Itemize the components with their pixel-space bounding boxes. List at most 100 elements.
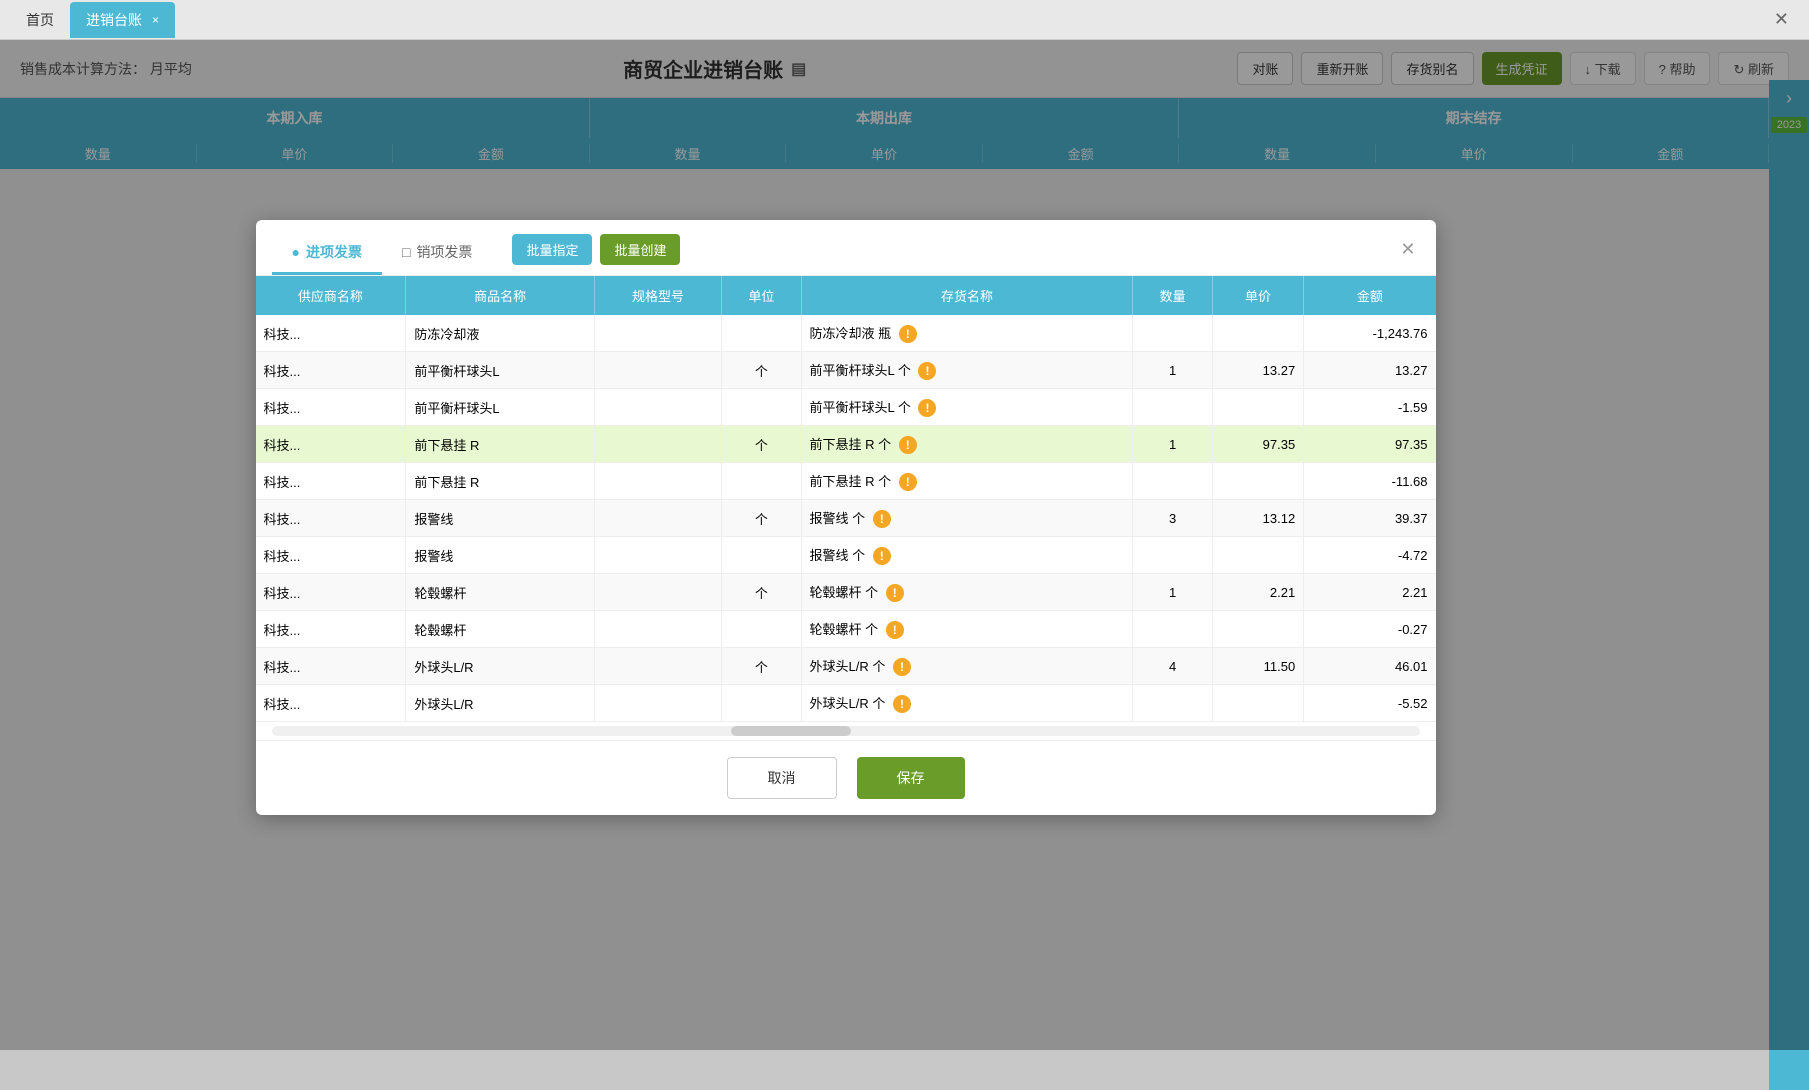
- table-row[interactable]: 科技... 外球头L/R 外球头L/R 个 ! -5.52: [256, 685, 1436, 722]
- cell-unit-1: 个: [722, 352, 801, 389]
- modal-body: 供应商名称 商品名称 规格型号 单位 存货名称 数量 单价 金额 科技... 防…: [256, 276, 1436, 722]
- table-row[interactable]: 科技... 报警线 报警线 个 ! -4.72: [256, 537, 1436, 574]
- cell-supplier-4: 科技...: [256, 463, 406, 500]
- cell-amount-10: -5.52: [1304, 685, 1436, 722]
- cell-price-8: [1212, 611, 1303, 648]
- cell-amount-0: -1,243.76: [1304, 315, 1436, 352]
- cell-spec-6: [594, 537, 721, 574]
- cell-amount-3: 97.35: [1304, 426, 1436, 463]
- cell-product-4: 前下悬挂 R: [406, 463, 595, 500]
- cell-amount-1: 13.27: [1304, 352, 1436, 389]
- cell-product-5: 报警线: [406, 500, 595, 537]
- cell-inventory-10: 外球头L/R 个 !: [801, 685, 1133, 722]
- tab-active-label: 进销台账: [86, 10, 142, 30]
- cell-supplier-1: 科技...: [256, 352, 406, 389]
- cell-supplier-8: 科技...: [256, 611, 406, 648]
- cell-price-1: 13.27: [1212, 352, 1303, 389]
- tab-purchase-label: 进项发票: [306, 242, 362, 262]
- table-row[interactable]: 科技... 前下悬挂 R 前下悬挂 R 个 ! -11.68: [256, 463, 1436, 500]
- cell-spec-9: [594, 648, 721, 685]
- cell-inventory-6: 报警线 个 !: [801, 537, 1133, 574]
- cell-spec-7: [594, 574, 721, 611]
- col-amount: 金额: [1304, 276, 1436, 315]
- cell-spec-8: [594, 611, 721, 648]
- cell-supplier-7: 科技...: [256, 574, 406, 611]
- tab-active[interactable]: 进销台账 ×: [70, 2, 175, 38]
- window-close-icon[interactable]: ✕: [1764, 9, 1799, 30]
- cell-unit-6: [722, 537, 801, 574]
- cell-supplier-9: 科技...: [256, 648, 406, 685]
- cell-unit-4: [722, 463, 801, 500]
- col-spec: 规格型号: [594, 276, 721, 315]
- cell-product-0: 防冻冷却液: [406, 315, 595, 352]
- col-supplier: 供应商名称: [256, 276, 406, 315]
- cell-price-3: 97.35: [1212, 426, 1303, 463]
- cell-price-0: [1212, 315, 1303, 352]
- cell-price-6: [1212, 537, 1303, 574]
- cell-spec-2: [594, 389, 721, 426]
- tab-home[interactable]: 首页: [10, 2, 70, 38]
- cell-spec-3: [594, 426, 721, 463]
- btn-save[interactable]: 保存: [857, 757, 965, 799]
- cell-inventory-8: 轮毂螺杆 个 !: [801, 611, 1133, 648]
- cell-amount-7: 2.21: [1304, 574, 1436, 611]
- btn-cancel[interactable]: 取消: [727, 757, 837, 799]
- cell-inventory-4: 前下悬挂 R 个 !: [801, 463, 1133, 500]
- col-inventory-name: 存货名称: [801, 276, 1133, 315]
- cell-unit-2: [722, 389, 801, 426]
- table-row[interactable]: 科技... 报警线 个 报警线 个 ! 3 13.12 39.37: [256, 500, 1436, 537]
- tab-close-icon[interactable]: ×: [152, 13, 159, 27]
- table-row[interactable]: 科技... 前平衡杆球头L 个 前平衡杆球头L 个 ! 1 13.27 13.2…: [256, 352, 1436, 389]
- cell-product-9: 外球头L/R: [406, 648, 595, 685]
- warning-icon: !: [893, 695, 911, 713]
- cell-supplier-0: 科技...: [256, 315, 406, 352]
- table-row[interactable]: 科技... 外球头L/R 个 外球头L/R 个 ! 4 11.50 46.01: [256, 648, 1436, 685]
- cell-supplier-5: 科技...: [256, 500, 406, 537]
- table-row[interactable]: 科技... 轮毂螺杆 轮毂螺杆 个 ! -0.27: [256, 611, 1436, 648]
- cell-product-1: 前平衡杆球头L: [406, 352, 595, 389]
- cell-qty-7: 1: [1133, 574, 1212, 611]
- cell-product-10: 外球头L/R: [406, 685, 595, 722]
- tab-purchase-invoice[interactable]: ● 进项发票: [272, 232, 382, 275]
- tab-purchase-icon: ●: [292, 244, 300, 260]
- cell-price-4: [1212, 463, 1303, 500]
- table-row[interactable]: 科技... 前平衡杆球头L 前平衡杆球头L 个 ! -1.59: [256, 389, 1436, 426]
- warning-icon: !: [873, 510, 891, 528]
- cell-inventory-5: 报警线 个 !: [801, 500, 1133, 537]
- warning-icon: !: [873, 547, 891, 565]
- cell-price-10: [1212, 685, 1303, 722]
- cell-product-2: 前平衡杆球头L: [406, 389, 595, 426]
- table-row[interactable]: 科技... 防冻冷却液 防冻冷却液 瓶 ! -1,243.76: [256, 315, 1436, 352]
- table-row[interactable]: 科技... 轮毂螺杆 个 轮毂螺杆 个 ! 1 2.21 2.21: [256, 574, 1436, 611]
- cell-inventory-3: 前下悬挂 R 个 !: [801, 426, 1133, 463]
- cell-inventory-9: 外球头L/R 个 !: [801, 648, 1133, 685]
- cell-qty-1: 1: [1133, 352, 1212, 389]
- cell-price-7: 2.21: [1212, 574, 1303, 611]
- modal-dialog: ● 进项发票 □ 销项发票 批量指定 批量创建 ✕ 供应商名称 商品名称 规格型: [256, 220, 1436, 815]
- cell-spec-1: [594, 352, 721, 389]
- table-body: 科技... 防冻冷却液 防冻冷却液 瓶 ! -1,243.76 科技... 前平…: [256, 315, 1436, 722]
- cell-product-7: 轮毂螺杆: [406, 574, 595, 611]
- warning-icon: !: [899, 473, 917, 491]
- scroll-thumb[interactable]: [731, 726, 851, 736]
- warning-icon: !: [886, 584, 904, 602]
- col-unit: 单位: [722, 276, 801, 315]
- warning-icon: !: [918, 362, 936, 380]
- invoice-table: 供应商名称 商品名称 规格型号 单位 存货名称 数量 单价 金额 科技... 防…: [256, 276, 1436, 722]
- btn-batch-assign[interactable]: 批量指定: [512, 234, 592, 265]
- warning-icon: !: [899, 436, 917, 454]
- btn-batch-create[interactable]: 批量创建: [600, 234, 680, 265]
- cell-unit-0: [722, 315, 801, 352]
- horizontal-scrollbar[interactable]: [272, 726, 1420, 736]
- col-unit-price: 单价: [1212, 276, 1303, 315]
- modal-close-icon[interactable]: ✕: [1396, 239, 1419, 260]
- table-row[interactable]: 科技... 前下悬挂 R 个 前下悬挂 R 个 ! 1 97.35 97.35: [256, 426, 1436, 463]
- cell-qty-2: [1133, 389, 1212, 426]
- col-qty: 数量: [1133, 276, 1212, 315]
- modal-footer: 取消 保存: [256, 740, 1436, 815]
- warning-icon: !: [893, 658, 911, 676]
- cell-supplier-3: 科技...: [256, 426, 406, 463]
- tab-sales-invoice[interactable]: □ 销项发票: [382, 232, 492, 275]
- cell-qty-6: [1133, 537, 1212, 574]
- cell-inventory-0: 防冻冷却液 瓶 !: [801, 315, 1133, 352]
